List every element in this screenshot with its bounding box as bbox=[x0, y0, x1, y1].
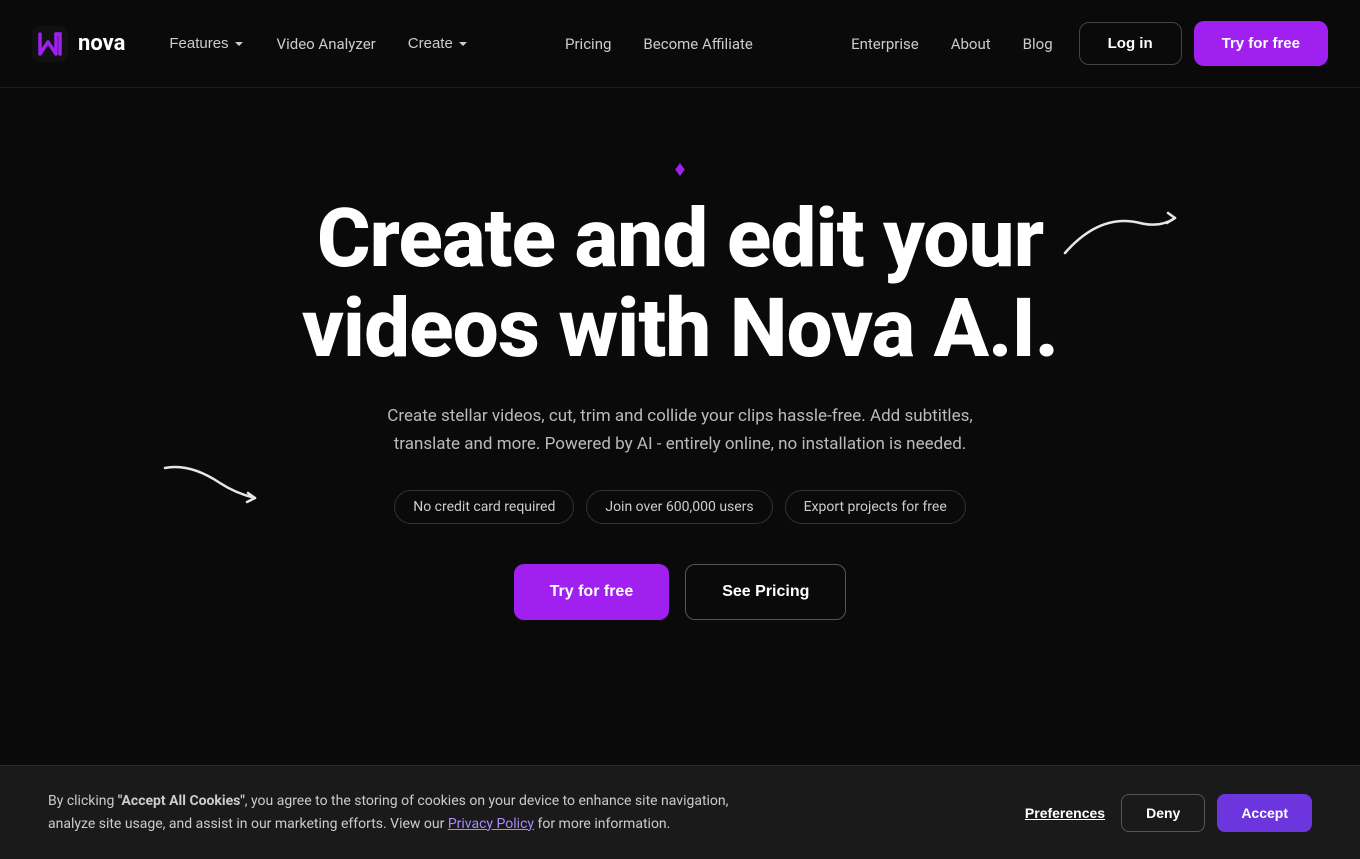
nav-center: Pricing Become Affiliate bbox=[551, 34, 767, 53]
enterprise-link[interactable]: Enterprise bbox=[837, 27, 933, 61]
accept-button[interactable]: Accept bbox=[1217, 794, 1312, 832]
hero-subtitle: Create stellar videos, cut, trim and col… bbox=[370, 402, 990, 458]
create-button[interactable]: Create bbox=[396, 27, 481, 60]
hero-badges: No credit card required Join over 600,00… bbox=[394, 490, 966, 524]
chevron-down-icon-2 bbox=[457, 38, 469, 50]
hero-diamond: ♦ bbox=[674, 156, 685, 182]
affiliate-link[interactable]: Become Affiliate bbox=[629, 27, 766, 61]
features-button[interactable]: Features bbox=[157, 27, 256, 60]
nav-item-video-analyzer: Video Analyzer bbox=[265, 27, 388, 61]
hero-see-pricing-button[interactable]: See Pricing bbox=[685, 564, 846, 620]
badge-no-cc: No credit card required bbox=[394, 490, 574, 524]
nav-item-affiliate: Become Affiliate bbox=[629, 34, 766, 53]
navbar: nova Features Video Analyzer Create bbox=[0, 0, 1360, 88]
cookie-suffix: for more information. bbox=[534, 816, 670, 832]
badge-export: Export projects for free bbox=[785, 490, 966, 524]
hero-title: Create and edit your videos with Nova A.… bbox=[280, 194, 1080, 374]
deny-button[interactable]: Deny bbox=[1121, 794, 1205, 832]
about-link[interactable]: About bbox=[937, 27, 1005, 61]
nav-try-free-button[interactable]: Try for free bbox=[1194, 21, 1328, 66]
chevron-down-icon bbox=[233, 38, 245, 50]
privacy-policy-link[interactable]: Privacy Policy bbox=[448, 816, 534, 832]
cookie-prefix: By clicking bbox=[48, 793, 118, 809]
logo-link[interactable]: nova bbox=[32, 26, 125, 62]
logo-icon bbox=[32, 26, 68, 62]
deco-arrow-left bbox=[160, 458, 260, 508]
logo-text: nova bbox=[78, 31, 125, 56]
nav-links-left: Features Video Analyzer Create bbox=[157, 27, 480, 61]
pricing-link[interactable]: Pricing bbox=[551, 27, 625, 61]
preferences-button[interactable]: Preferences bbox=[1021, 794, 1109, 832]
video-analyzer-link[interactable]: Video Analyzer bbox=[265, 27, 388, 61]
blog-link[interactable]: Blog bbox=[1009, 27, 1067, 61]
nav-item-create: Create bbox=[396, 27, 481, 60]
nav-left: nova Features Video Analyzer Create bbox=[32, 26, 481, 62]
hero-section: ♦ Create and edit your videos with Nova … bbox=[0, 88, 1360, 708]
login-button[interactable]: Log in bbox=[1079, 22, 1182, 65]
hero-try-free-button[interactable]: Try for free bbox=[514, 564, 670, 620]
cookie-actions: Preferences Deny Accept bbox=[1021, 794, 1312, 832]
cookie-banner: By clicking "Accept All Cookies", you ag… bbox=[0, 765, 1360, 859]
hero-actions: Try for free See Pricing bbox=[514, 564, 847, 620]
cookie-highlight: "Accept All Cookies" bbox=[118, 793, 245, 809]
nav-item-pricing: Pricing bbox=[551, 34, 625, 53]
nav-item-features: Features bbox=[157, 27, 256, 60]
deco-arrow-right bbox=[1060, 208, 1180, 258]
cookie-text: By clicking "Accept All Cookies", you ag… bbox=[48, 790, 748, 835]
nav-links-right: Enterprise About Blog bbox=[837, 34, 1067, 53]
nav-right: Enterprise About Blog Log in Try for fre… bbox=[837, 21, 1328, 66]
badge-users: Join over 600,000 users bbox=[586, 490, 772, 524]
